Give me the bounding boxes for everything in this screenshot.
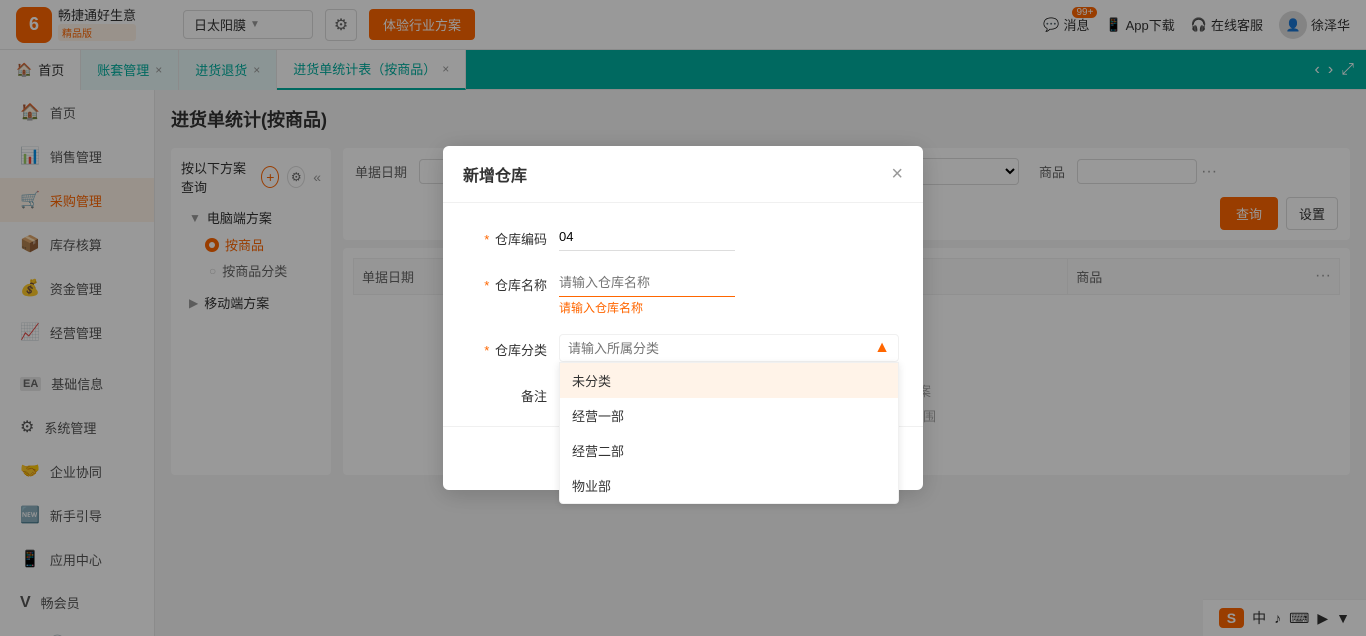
modal-body: * 仓库编码 * 仓库名称 请输入仓库名称 * 仓库分类: [443, 203, 923, 408]
dropdown-item-property[interactable]: 物业部: [560, 468, 898, 503]
name-input[interactable]: [559, 269, 735, 297]
form-row-name: * 仓库名称 请输入仓库名称: [467, 269, 899, 316]
modal-header: 新增仓库 ×: [443, 146, 923, 203]
code-label: 仓库编码: [495, 232, 547, 247]
category-input-row[interactable]: ▲: [559, 334, 899, 362]
category-dropdown: 未分类 经营一部 经营二部 物业部: [559, 362, 899, 504]
name-error-msg: 请输入仓库名称: [559, 299, 899, 316]
category-label: 仓库分类: [495, 343, 547, 358]
required-mark-cat: *: [484, 343, 489, 358]
form-row-category: * 仓库分类 ▲ 未分类 经营一部 经营二部: [467, 334, 899, 362]
dropdown-item-unclassified[interactable]: 未分类: [560, 363, 898, 398]
note-label: 备注: [521, 389, 547, 404]
new-warehouse-modal: 新增仓库 × * 仓库编码 * 仓库名称 请输入仓库名称: [443, 146, 923, 490]
modal-close-button[interactable]: ×: [891, 163, 903, 186]
category-input[interactable]: [568, 341, 874, 356]
dropdown-item-dept1[interactable]: 经营一部: [560, 398, 898, 433]
required-mark: *: [484, 232, 489, 247]
category-wrapper: ▲ 未分类 经营一部 经营二部 物业部: [559, 334, 899, 362]
dropdown-item-dept2[interactable]: 经营二部: [560, 433, 898, 468]
required-mark-name: *: [484, 278, 489, 293]
modal-title: 新增仓库: [463, 162, 527, 186]
code-input[interactable]: [559, 223, 735, 251]
name-label: 仓库名称: [495, 278, 547, 293]
form-row-code: * 仓库编码: [467, 223, 899, 251]
category-up-arrow: ▲: [874, 339, 890, 357]
